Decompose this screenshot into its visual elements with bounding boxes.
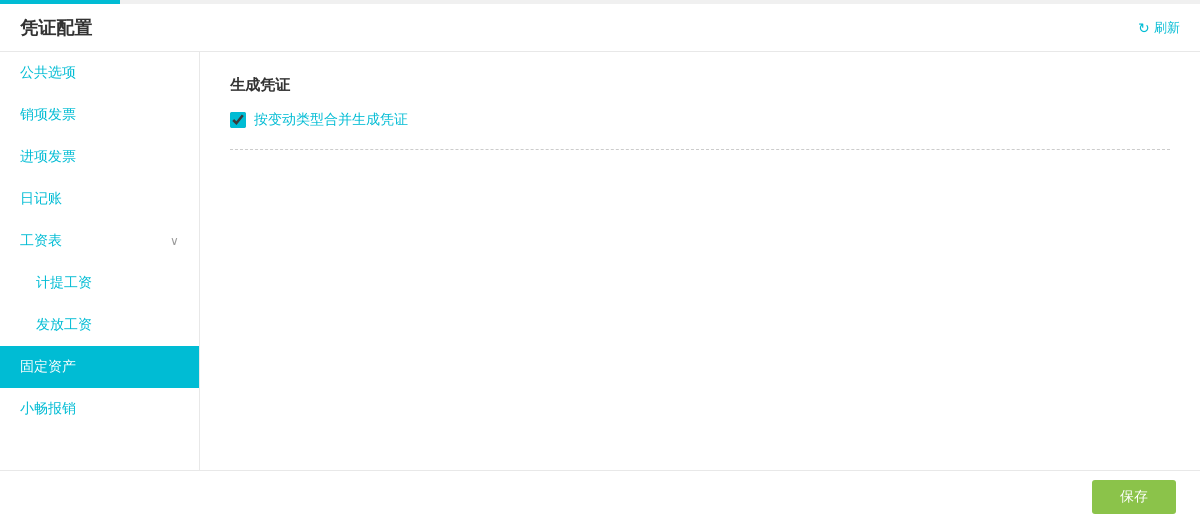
- checkbox-row: 按变动类型合并生成凭证: [230, 111, 1170, 129]
- sidebar-label-public-options: 公共选项: [20, 64, 76, 82]
- sidebar-item-sales-invoice[interactable]: 销项发票: [0, 94, 199, 136]
- sidebar-item-pay-payroll[interactable]: 发放工资: [0, 304, 199, 346]
- top-bar-active-indicator: [0, 0, 120, 4]
- merge-checkbox[interactable]: [230, 112, 246, 128]
- sidebar-label-sales-invoice: 销项发票: [20, 106, 76, 124]
- sidebar-label-payroll-table: 工资表: [20, 232, 62, 250]
- sidebar-item-calc-payroll[interactable]: 计提工资: [0, 262, 199, 304]
- sidebar-label-purchase-invoice: 进项发票: [20, 148, 76, 166]
- sidebar-label-calc-payroll: 计提工资: [36, 274, 92, 292]
- sidebar: 公共选项销项发票进项发票日记账工资表 ∨ 计提工资发放工资固定资产小畅报销: [0, 52, 200, 470]
- divider: [230, 149, 1170, 150]
- save-button[interactable]: 保存: [1092, 480, 1176, 514]
- top-bar: [0, 0, 1200, 4]
- sidebar-label-journal: 日记账: [20, 190, 62, 208]
- main-layout: 公共选项销项发票进项发票日记账工资表 ∨ 计提工资发放工资固定资产小畅报销 生成凭证…: [0, 52, 1200, 470]
- merge-checkbox-label[interactable]: 按变动类型合并生成凭证: [254, 111, 408, 129]
- refresh-icon: ↻: [1138, 20, 1150, 36]
- sidebar-item-payroll-table[interactable]: 工资表 ∨: [0, 220, 199, 262]
- chevron-down-icon: ∨: [170, 234, 179, 248]
- sidebar-label-expense-report: 小畅报销: [20, 400, 76, 418]
- refresh-button[interactable]: ↻ 刷新: [1138, 19, 1180, 37]
- content-area: 生成凭证 按变动类型合并生成凭证: [200, 52, 1200, 470]
- sidebar-item-public-options[interactable]: 公共选项: [0, 52, 199, 94]
- section-title: 生成凭证: [230, 76, 1170, 95]
- sidebar-label-pay-payroll: 发放工资: [36, 316, 92, 334]
- header: 凭证配置 ↻ 刷新: [0, 4, 1200, 52]
- sidebar-item-expense-report[interactable]: 小畅报销: [0, 388, 199, 430]
- refresh-label: 刷新: [1154, 19, 1180, 37]
- sidebar-label-fixed-assets: 固定资产: [20, 358, 76, 376]
- sidebar-item-journal[interactable]: 日记账: [0, 178, 199, 220]
- sidebar-item-fixed-assets[interactable]: 固定资产: [0, 346, 199, 388]
- page-title: 凭证配置: [20, 16, 92, 40]
- footer: 保存: [0, 470, 1200, 522]
- sidebar-item-purchase-invoice[interactable]: 进项发票: [0, 136, 199, 178]
